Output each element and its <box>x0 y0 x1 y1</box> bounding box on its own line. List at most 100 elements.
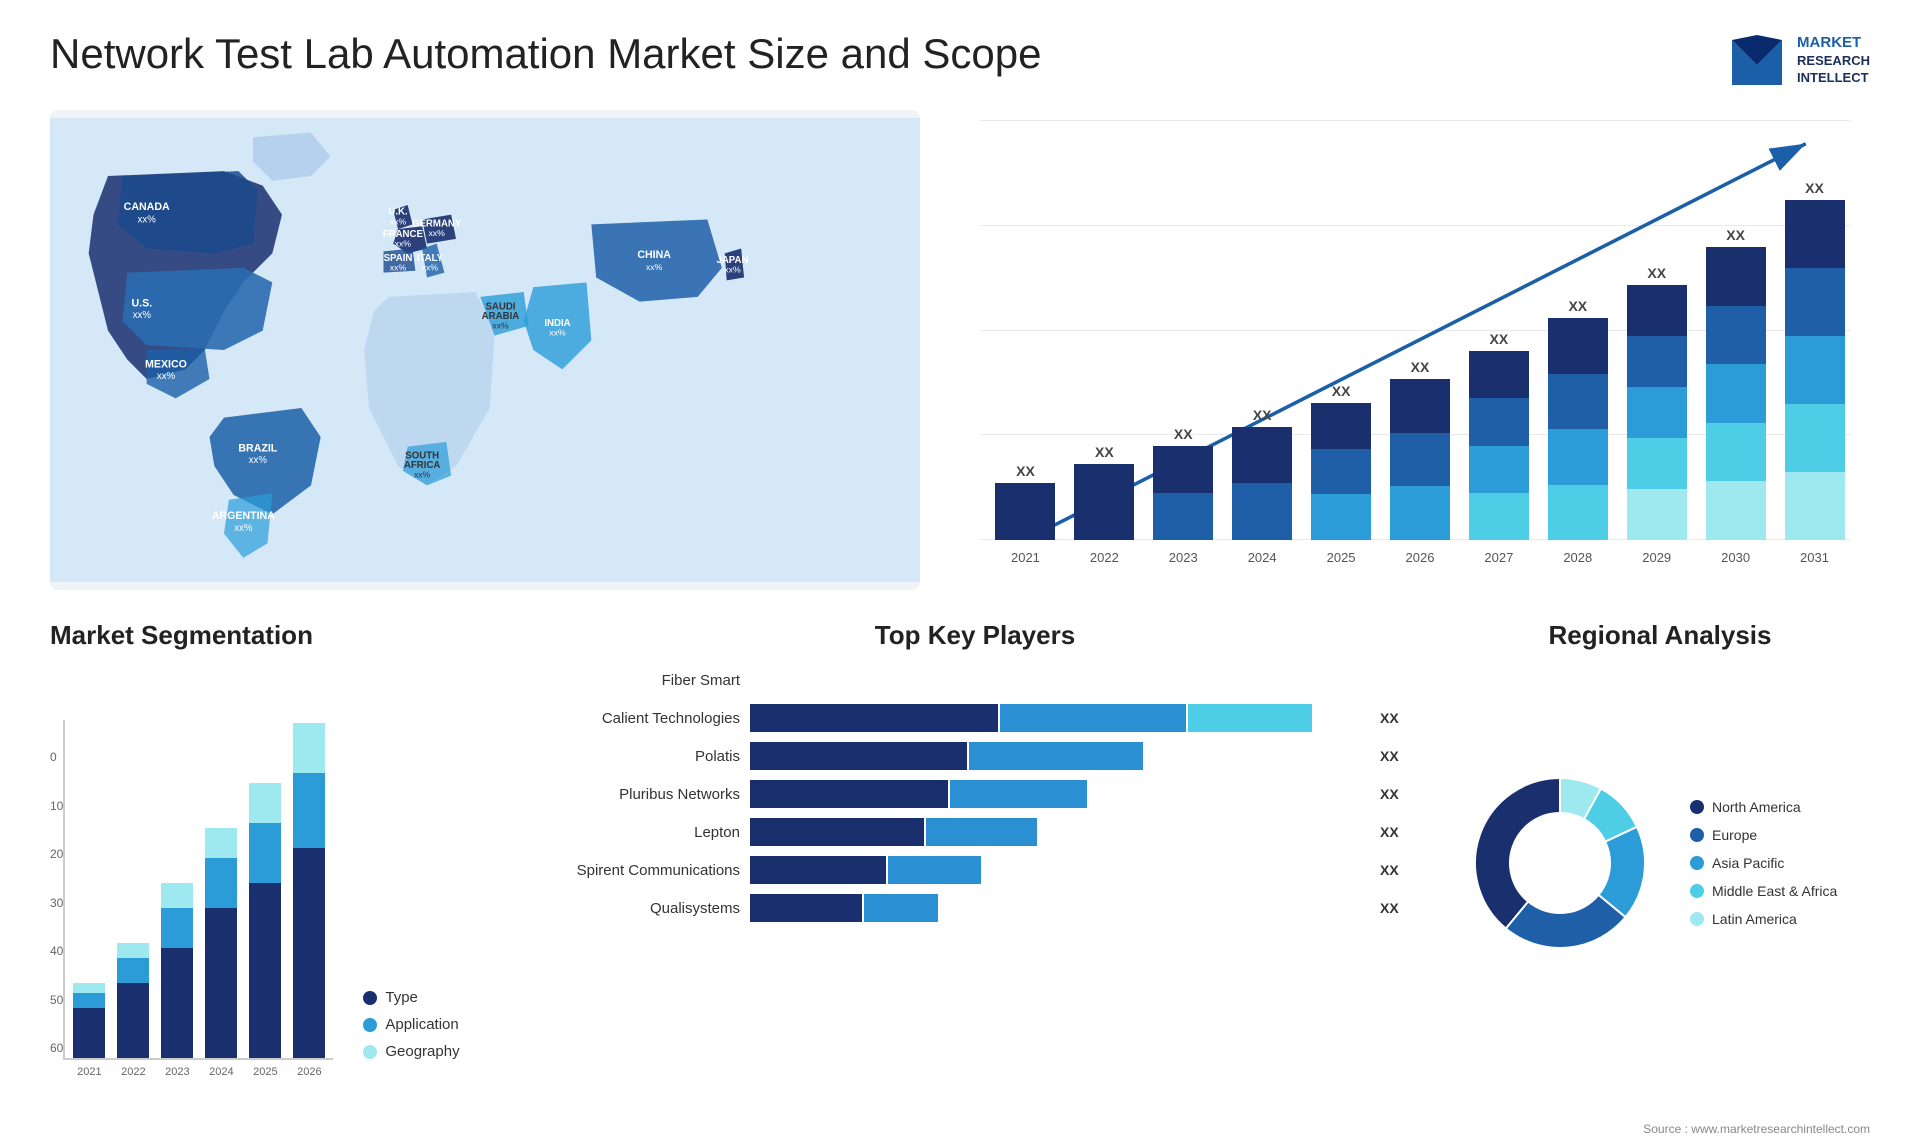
page-title: Network Test Lab Automation Market Size … <box>50 30 1041 78</box>
svg-text:xx%: xx% <box>428 228 445 238</box>
seg-bar-segment <box>73 1008 105 1058</box>
seg-bar-segment <box>249 883 281 1058</box>
seg-legend-item: Geography <box>363 1043 459 1060</box>
bar-year-label: 2022 <box>1090 550 1119 565</box>
player-name: Polatis <box>540 748 740 765</box>
map-container: CANADA xx% U.S. xx% MEXICO xx% BRAZIL xx… <box>50 110 920 590</box>
bar-segment <box>1548 429 1608 484</box>
bar-segment <box>1785 200 1845 268</box>
bar-group: XX2022 <box>1069 444 1140 540</box>
bar-year-label: 2026 <box>1406 550 1435 565</box>
seg-bar-segment <box>205 908 237 1058</box>
seg-legend-item: Application <box>363 1016 459 1033</box>
bar-stack <box>1548 318 1608 540</box>
seg-bar-segment <box>117 958 149 983</box>
bar-stack <box>1785 200 1845 540</box>
legend-label: Application <box>385 1016 458 1033</box>
seg-bar-segment <box>205 828 237 858</box>
donut-container <box>1450 753 1670 973</box>
player-name: Calient Technologies <box>540 710 740 727</box>
svg-text:xx%: xx% <box>492 321 509 331</box>
reg-legend-item: Asia Pacific <box>1690 855 1837 871</box>
bar-value-label: XX <box>1647 265 1666 281</box>
player-bar-light <box>1188 704 1312 732</box>
legend-dot <box>363 991 377 1005</box>
player-row: Pluribus NetworksXX <box>540 780 1410 808</box>
bar-segment <box>1232 483 1292 540</box>
svg-text:xx%: xx% <box>157 371 176 382</box>
bar-year-label: 2031 <box>1800 550 1829 565</box>
seg-y-label: 20 <box>50 847 63 861</box>
seg-bar-year: 2024 <box>209 1066 233 1078</box>
players-title: Top Key Players <box>540 620 1410 651</box>
bar-segment <box>1627 336 1687 387</box>
bar-stack <box>1232 427 1292 540</box>
seg-bar-group: 2023 <box>158 883 196 1058</box>
donut-chart <box>1450 753 1670 973</box>
bar-segment <box>1627 285 1687 336</box>
player-xx: XX <box>1380 710 1410 726</box>
bar-value-label: XX <box>1174 426 1193 442</box>
seg-bar-segment <box>249 783 281 823</box>
logo-text: MARKET RESEARCH INTELLECT <box>1797 33 1870 86</box>
seg-bar-segment <box>117 983 149 1058</box>
seg-bar-segment <box>117 943 149 958</box>
seg-bar-segment <box>249 823 281 883</box>
player-bar-mid <box>926 818 1038 846</box>
bar-segment <box>1390 486 1450 540</box>
bar-year-label: 2024 <box>1248 550 1277 565</box>
seg-y-label: 50 <box>50 993 63 1007</box>
reg-legend-label: Europe <box>1712 827 1757 843</box>
bar-stack <box>1627 285 1687 540</box>
bar-segment <box>1390 433 1450 487</box>
bar-year-label: 2030 <box>1721 550 1750 565</box>
player-xx: XX <box>1380 748 1410 764</box>
page-container: Network Test Lab Automation Market Size … <box>0 0 1920 1146</box>
seg-bar-group: 2026 <box>290 723 328 1058</box>
world-map-svg: CANADA xx% U.S. xx% MEXICO xx% BRAZIL xx… <box>50 110 920 590</box>
bar-stack <box>1311 403 1371 540</box>
player-bar-mid <box>969 742 1143 770</box>
seg-y-label: 10 <box>50 799 63 813</box>
seg-bar-segment <box>161 908 193 948</box>
bar-group: XX2026 <box>1385 359 1456 540</box>
reg-legend-label: North America <box>1712 799 1801 815</box>
bar-segment <box>1785 336 1845 404</box>
seg-bar-segment <box>161 948 193 1058</box>
bar-value-label: XX <box>1726 227 1745 243</box>
bar-segment <box>1627 387 1687 438</box>
segmentation-container: Market Segmentation 6050403020100 202120… <box>50 620 500 1060</box>
reg-legend-item: Latin America <box>1690 911 1837 927</box>
svg-text:xx%: xx% <box>414 470 431 480</box>
header: Network Test Lab Automation Market Size … <box>50 30 1870 90</box>
svg-text:U.S.: U.S. <box>131 298 152 310</box>
player-xx: XX <box>1380 862 1410 878</box>
seg-bar-segment <box>73 983 105 993</box>
seg-bar-segment <box>205 858 237 908</box>
seg-bar-segment <box>293 773 325 848</box>
bar-segment <box>1706 364 1766 423</box>
seg-bar-chart: 202120222023202420252026 <box>63 720 333 1060</box>
players-container: Top Key Players Fiber SmartCalient Techn… <box>540 620 1410 1060</box>
bar-group: XX2024 <box>1227 407 1298 540</box>
bar-value-label: XX <box>1490 331 1509 347</box>
seg-bar-year: 2025 <box>253 1066 277 1078</box>
logo-area: MARKET RESEARCH INTELLECT <box>1727 30 1870 90</box>
bar-group: XX2031 <box>1779 180 1850 540</box>
logo-icon <box>1727 30 1787 90</box>
player-bar-dark <box>750 894 862 922</box>
bar-year-label: 2029 <box>1642 550 1671 565</box>
bar-segment <box>1706 481 1766 540</box>
bar-segment <box>1785 404 1845 472</box>
bar-stack <box>1153 446 1213 540</box>
seg-bar-year: 2026 <box>297 1066 321 1078</box>
reg-legend-item: North America <box>1690 799 1837 815</box>
player-bar-dark <box>750 742 967 770</box>
bar-year-label: 2023 <box>1169 550 1198 565</box>
svg-text:xx%: xx% <box>133 310 152 321</box>
bar-group: XX2023 <box>1148 426 1219 540</box>
seg-y-label: 40 <box>50 944 63 958</box>
donut-segment <box>1475 778 1560 928</box>
player-bar-mid <box>888 856 981 884</box>
bar-year-label: 2021 <box>1011 550 1040 565</box>
